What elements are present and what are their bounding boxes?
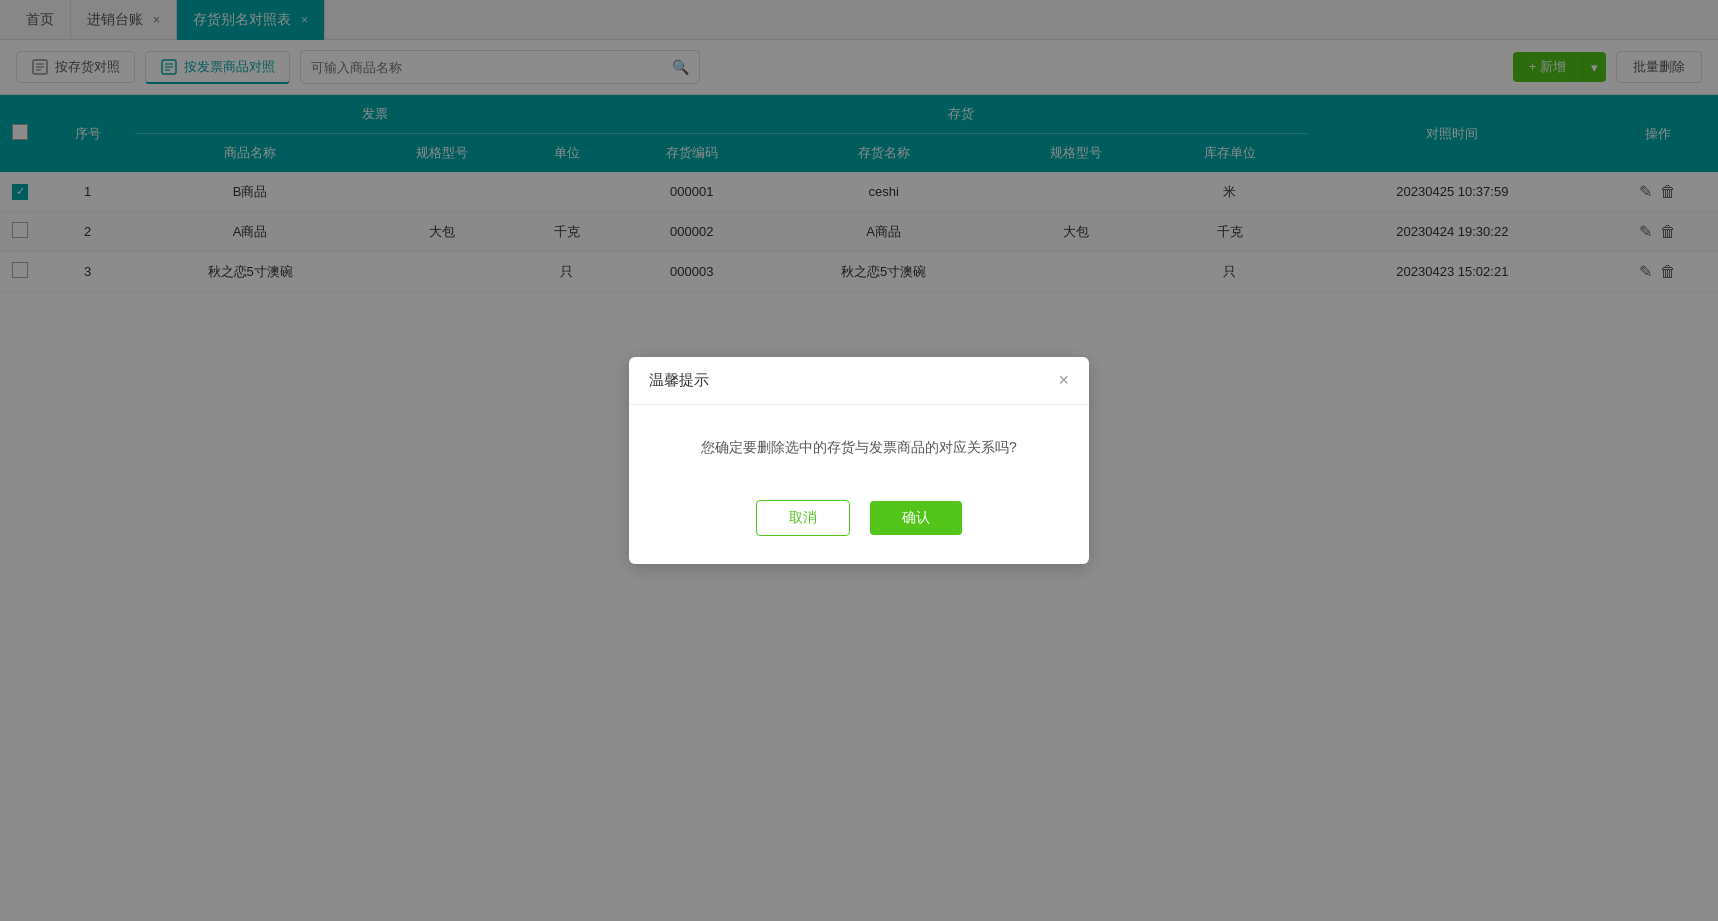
- dialog-close-button[interactable]: ×: [1058, 371, 1069, 389]
- dialog-footer: 取消 确认: [629, 480, 1089, 564]
- btn-cancel[interactable]: 取消: [756, 500, 850, 536]
- btn-cancel-label: 取消: [789, 509, 817, 525]
- dialog-message: 您确定要删除选中的存货与发票商品的对应关系吗?: [701, 439, 1017, 455]
- dialog-body: 您确定要删除选中的存货与发票商品的对应关系吗?: [629, 405, 1089, 480]
- dialog: 温馨提示 × 您确定要删除选中的存货与发票商品的对应关系吗? 取消 确认: [629, 357, 1089, 564]
- dialog-header: 温馨提示 ×: [629, 357, 1089, 405]
- dialog-title: 温馨提示: [649, 371, 709, 390]
- dialog-overlay: 温馨提示 × 您确定要删除选中的存货与发票商品的对应关系吗? 取消 确认: [0, 0, 1718, 921]
- btn-confirm[interactable]: 确认: [870, 501, 962, 535]
- btn-confirm-label: 确认: [902, 509, 930, 525]
